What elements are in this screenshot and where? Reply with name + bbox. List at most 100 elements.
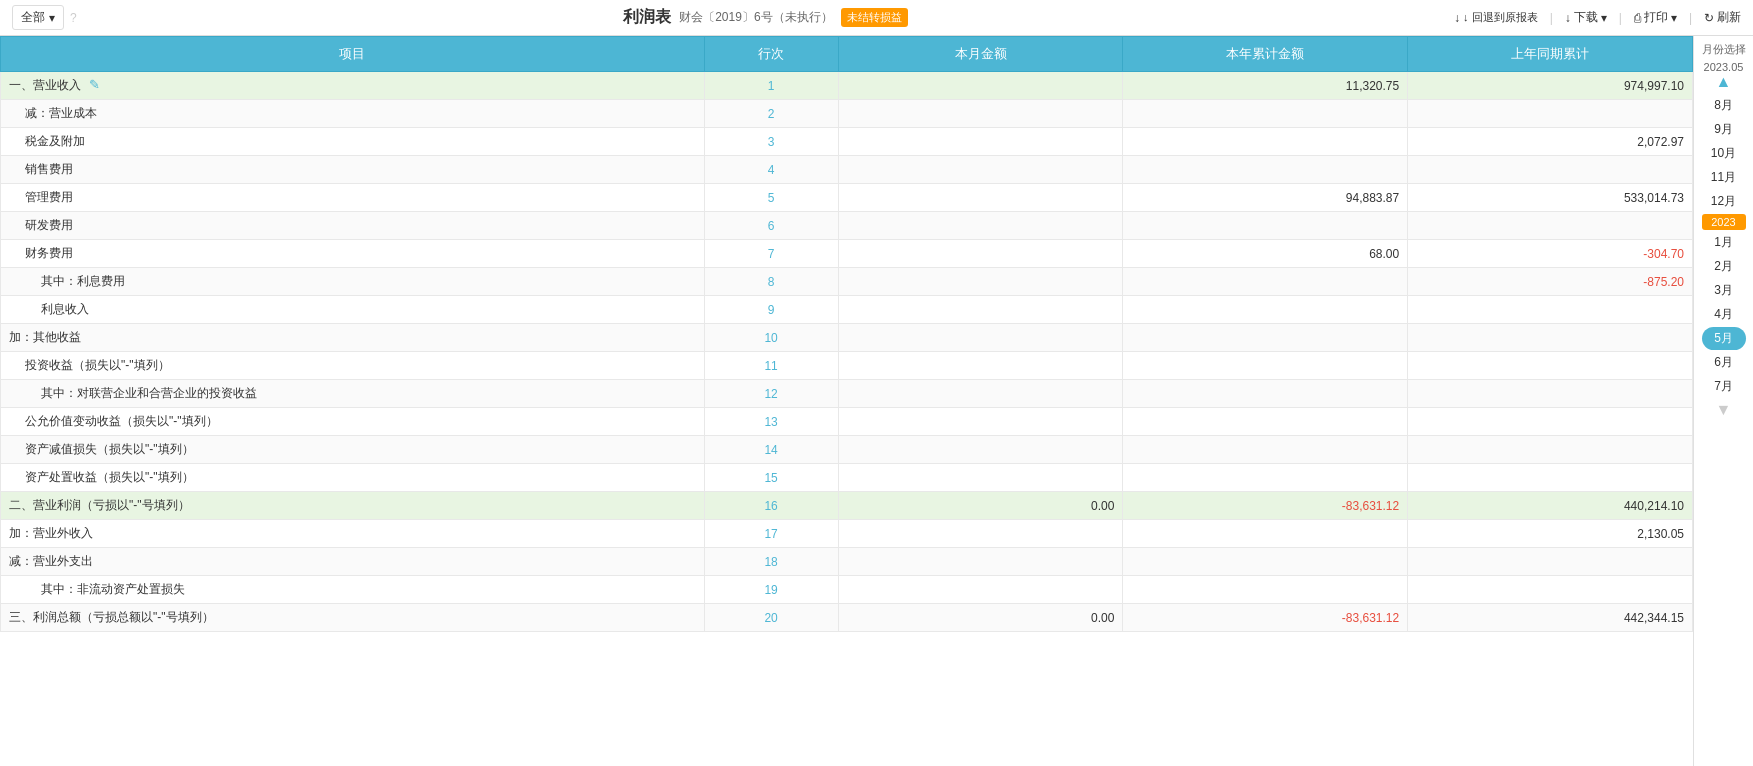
table-row: 加：其他收益10 xyxy=(1,324,1693,352)
row-name-cell: 财务费用 xyxy=(1,240,705,268)
ytd-cell: -83,631.12 xyxy=(1123,492,1408,520)
prev-year-cell xyxy=(1408,576,1693,604)
month-item[interactable]: 2月 xyxy=(1702,255,1746,278)
current-month-cell xyxy=(838,352,1123,380)
ytd-cell xyxy=(1123,100,1408,128)
current-month-cell xyxy=(838,100,1123,128)
prev-year-cell xyxy=(1408,352,1693,380)
row-name-cell: 其中：利息费用 xyxy=(1,268,705,296)
row-num-cell: 13 xyxy=(704,408,838,436)
table-row: 研发费用6 xyxy=(1,212,1693,240)
row-num-cell: 10 xyxy=(704,324,838,352)
current-month-cell xyxy=(838,464,1123,492)
table-row: 利息收入9 xyxy=(1,296,1693,324)
current-month-cell xyxy=(838,380,1123,408)
month-item[interactable]: 11月 xyxy=(1702,166,1746,189)
header-center: 利润表 财会〔2019〕6号（未执行） 未结转损益 xyxy=(623,7,907,28)
month-nav-up-button[interactable]: ▲ xyxy=(1716,73,1732,91)
prev-year-cell: 533,014.73 xyxy=(1408,184,1693,212)
col-header-row: 行次 xyxy=(704,37,838,72)
ytd-cell xyxy=(1123,212,1408,240)
ytd-cell xyxy=(1123,576,1408,604)
download-button[interactable]: ↓ 下载 ▾ xyxy=(1565,9,1607,26)
current-month-cell xyxy=(838,212,1123,240)
current-month-cell xyxy=(838,296,1123,324)
scope-dropdown[interactable]: 全部 ▾ xyxy=(12,5,64,30)
table-row: 其中：利息费用8-875.20 xyxy=(1,268,1693,296)
col-header-prev: 上年同期累计 xyxy=(1408,37,1693,72)
month-item[interactable]: 5月 xyxy=(1702,327,1746,350)
row-num-cell: 16 xyxy=(704,492,838,520)
prev-year-cell: 2,072.97 xyxy=(1408,128,1693,156)
current-month-cell xyxy=(838,436,1123,464)
status-badge[interactable]: 未结转损益 xyxy=(841,8,908,27)
month-item[interactable]: 10月 xyxy=(1702,142,1746,165)
month-nav-down-button[interactable]: ▼ xyxy=(1716,401,1732,419)
current-month-cell xyxy=(838,240,1123,268)
month-item[interactable]: 1月 xyxy=(1702,231,1746,254)
ytd-cell xyxy=(1123,352,1408,380)
ytd-cell xyxy=(1123,436,1408,464)
refresh-button[interactable]: ↻ 刷新 xyxy=(1704,9,1741,26)
row-name-cell: 资产减值损失（损失以"-"填列） xyxy=(1,436,705,464)
row-name-cell: 投资收益（损失以"-"填列） xyxy=(1,352,705,380)
refresh-icon: ↻ xyxy=(1704,11,1714,25)
row-name-cell: 管理费用 xyxy=(1,184,705,212)
month-item[interactable]: 3月 xyxy=(1702,279,1746,302)
row-num-cell: 12 xyxy=(704,380,838,408)
row-num-cell: 6 xyxy=(704,212,838,240)
month-item[interactable]: 9月 xyxy=(1702,118,1746,141)
prev-year-cell xyxy=(1408,296,1693,324)
ytd-cell xyxy=(1123,156,1408,184)
ytd-cell xyxy=(1123,296,1408,324)
row-name-cell: 其中：对联营企业和合营企业的投资收益 xyxy=(1,380,705,408)
prev-year-cell xyxy=(1408,408,1693,436)
month-item[interactable]: 6月 xyxy=(1702,351,1746,374)
back-button[interactable]: ↓ ↓ 回退到原报表 xyxy=(1454,10,1538,25)
current-month-cell xyxy=(838,520,1123,548)
current-month-cell xyxy=(838,72,1123,100)
current-month-cell xyxy=(838,268,1123,296)
month-item[interactable]: 12月 xyxy=(1702,190,1746,213)
edit-icon[interactable]: ✎ xyxy=(85,77,100,92)
print-button[interactable]: ⎙ 打印 ▾ xyxy=(1634,9,1677,26)
table-row: 投资收益（损失以"-"填列）11 xyxy=(1,352,1693,380)
scope-label: 全部 xyxy=(21,9,45,26)
profit-table: 项目 行次 本月金额 本年累计金额 上年同期累计 一、营业收入 ✎111,320… xyxy=(0,36,1693,632)
row-num-cell: 17 xyxy=(704,520,838,548)
row-name-cell: 资产处置收益（损失以"-"填列） xyxy=(1,464,705,492)
page-title: 利润表 xyxy=(623,7,671,28)
ytd-cell xyxy=(1123,380,1408,408)
prev-year-cell: -875.20 xyxy=(1408,268,1693,296)
row-name-cell: 减：营业成本 xyxy=(1,100,705,128)
row-name-cell: 三、利润总额（亏损总额以"-"号填列） xyxy=(1,604,705,632)
row-name-cell: 利息收入 xyxy=(1,296,705,324)
ytd-cell: 68.00 xyxy=(1123,240,1408,268)
prev-year-cell xyxy=(1408,212,1693,240)
table-row: 销售费用4 xyxy=(1,156,1693,184)
month-item[interactable]: 4月 xyxy=(1702,303,1746,326)
month-item[interactable]: 7月 xyxy=(1702,375,1746,398)
row-num-cell: 20 xyxy=(704,604,838,632)
month-item[interactable]: 8月 xyxy=(1702,94,1746,117)
row-num-cell: 14 xyxy=(704,436,838,464)
prev-year-cell xyxy=(1408,324,1693,352)
table-row: 减：营业成本2 xyxy=(1,100,1693,128)
current-month-cell xyxy=(838,548,1123,576)
download-icon: ↓ xyxy=(1565,11,1571,25)
table-row: 减：营业外支出18 xyxy=(1,548,1693,576)
row-name-cell: 二、营业利润（亏损以"-"号填列） xyxy=(1,492,705,520)
col-header-name: 项目 xyxy=(1,37,705,72)
table-row: 公允价值变动收益（损失以"-"填列）13 xyxy=(1,408,1693,436)
prev-year-cell xyxy=(1408,548,1693,576)
row-name-cell: 销售费用 xyxy=(1,156,705,184)
ytd-cell xyxy=(1123,324,1408,352)
chevron-down-icon: ▾ xyxy=(1671,11,1677,25)
table-row: 其中：非流动资产处置损失19 xyxy=(1,576,1693,604)
main-content: 项目 行次 本月金额 本年累计金额 上年同期累计 一、营业收入 ✎111,320… xyxy=(0,36,1753,766)
row-name-cell: 税金及附加 xyxy=(1,128,705,156)
table-row: 三、利润总额（亏损总额以"-"号填列）200.00-83,631.12442,3… xyxy=(1,604,1693,632)
year-label[interactable]: 2023 xyxy=(1702,214,1746,230)
current-month-cell xyxy=(838,184,1123,212)
ytd-cell xyxy=(1123,520,1408,548)
